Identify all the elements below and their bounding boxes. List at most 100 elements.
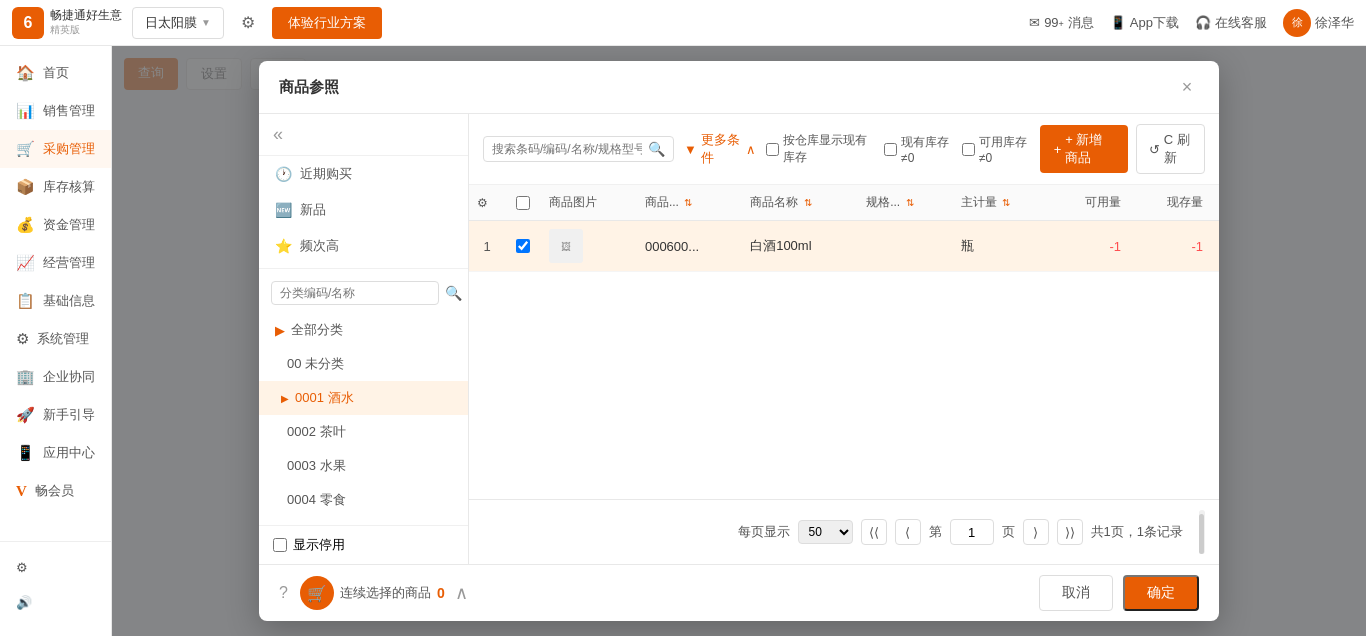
sort-name-icon[interactable]: ⇅ bbox=[804, 197, 812, 208]
refresh-icon: ↺ bbox=[1149, 142, 1160, 157]
sidebar-item-app-center[interactable]: 📱 应用中心 bbox=[0, 434, 111, 472]
sidebar-label-sales: 销售管理 bbox=[43, 102, 95, 120]
classify-search-input[interactable] bbox=[271, 281, 439, 305]
sidebar-item-inventory[interactable]: 📦 库存核算 bbox=[0, 168, 111, 206]
page-size-select[interactable]: 50 100 200 bbox=[798, 520, 853, 544]
show-disabled-checkbox[interactable] bbox=[273, 538, 287, 552]
member-icon: V bbox=[16, 483, 27, 500]
message-button[interactable]: ✉ 99+ 消息 bbox=[1029, 14, 1094, 32]
sidebar-item-operations[interactable]: 📈 经营管理 bbox=[0, 244, 111, 282]
col-header-spec: 规格... ⇅ bbox=[858, 185, 953, 221]
cancel-button[interactable]: 取消 bbox=[1039, 575, 1113, 611]
page-size-label: 每页显示 bbox=[738, 523, 790, 541]
col-header-available: 可用量 bbox=[1051, 185, 1129, 221]
cell-code: 000600... bbox=[637, 221, 742, 272]
help-icon: ? bbox=[279, 584, 288, 601]
category-unclassified[interactable]: 00 未分类 bbox=[259, 347, 468, 381]
product-search-input[interactable] bbox=[492, 142, 642, 156]
table-header-row: ⚙ 商品图片 bbox=[469, 185, 1219, 221]
usable-filter-text: 可用库存≠0 bbox=[979, 134, 1030, 165]
category-fruit[interactable]: 0003 水果 bbox=[259, 449, 468, 483]
scrollbar-track bbox=[1199, 510, 1205, 554]
category-beverage[interactable]: 0005 饮料 bbox=[259, 517, 468, 525]
category-snack[interactable]: 0004 零食 bbox=[259, 483, 468, 517]
sidebar-item-enterprise[interactable]: 🏢 企业协同 bbox=[0, 358, 111, 396]
next-page-button[interactable]: ⟩ bbox=[1023, 519, 1049, 545]
row-checkbox[interactable] bbox=[516, 239, 530, 253]
try-industry-button[interactable]: 体验行业方案 bbox=[272, 7, 382, 39]
more-filter-button[interactable]: ▼ 更多条件 ∧ bbox=[684, 131, 756, 167]
quick-item-new[interactable]: 🆕 新品 bbox=[259, 192, 468, 228]
footer-collapse-icon[interactable]: ∧ bbox=[455, 582, 468, 604]
scrollbar-thumb[interactable] bbox=[1199, 514, 1204, 554]
avatar: 徐 bbox=[1283, 9, 1311, 37]
available-filter-text: 现有库存≠0 bbox=[901, 134, 952, 165]
sort-spec-icon[interactable]: ⇅ bbox=[906, 197, 914, 208]
help-button[interactable]: ? bbox=[279, 584, 288, 602]
quick-label-recent: 近期购买 bbox=[300, 165, 352, 183]
online-service-button[interactable]: 🎧 在线客服 bbox=[1195, 14, 1267, 32]
enterprise-icon: 🏢 bbox=[16, 368, 35, 386]
app-download-button[interactable]: 📱 App下载 bbox=[1110, 14, 1179, 32]
quick-item-recent[interactable]: 🕐 近期购买 bbox=[259, 156, 468, 192]
headset-icon: 🎧 bbox=[1195, 15, 1211, 30]
sort-unit-icon[interactable]: ⇅ bbox=[1002, 197, 1010, 208]
show-disabled-section: 显示停用 bbox=[259, 525, 468, 564]
available-filter-label[interactable]: 现有库存≠0 bbox=[884, 134, 952, 165]
sort-code-icon[interactable]: ⇅ bbox=[684, 197, 692, 208]
sidebar-label-guide: 新手引导 bbox=[43, 406, 95, 424]
footer-actions: 取消 确定 bbox=[1039, 575, 1199, 611]
first-page-button[interactable]: ⟨⟨ bbox=[861, 519, 887, 545]
page-label: 第 bbox=[929, 523, 942, 541]
sidebar-bottom: ⚙ 🔊 bbox=[0, 541, 111, 628]
recent-icon: 🕐 bbox=[275, 166, 292, 182]
nav-selector[interactable]: 日太阳膜 ▼ bbox=[132, 7, 224, 39]
category-tea[interactable]: 0002 茶叶 bbox=[259, 415, 468, 449]
collapse-toggle[interactable]: « bbox=[259, 114, 468, 156]
warehouse-filter-checkbox[interactable] bbox=[766, 143, 779, 156]
select-all-checkbox[interactable] bbox=[516, 196, 530, 210]
add-product-button[interactable]: + + 新增商品 bbox=[1040, 125, 1128, 173]
sidebar-item-home[interactable]: 🏠 首页 bbox=[0, 54, 111, 92]
sidebar-item-settings[interactable]: ⚙ bbox=[0, 550, 111, 585]
refresh-button[interactable]: ↺ C 刷新 bbox=[1136, 124, 1205, 174]
prev-page-button[interactable]: ⟨ bbox=[895, 519, 921, 545]
sidebar-item-member[interactable]: V 畅会员 bbox=[0, 472, 111, 510]
quick-label-frequent: 频次高 bbox=[300, 237, 339, 255]
cell-checkbox[interactable] bbox=[505, 221, 541, 272]
col-settings-icon[interactable]: ⚙ bbox=[477, 196, 488, 210]
sidebar-label-finance: 资金管理 bbox=[43, 216, 95, 234]
basic-info-icon: 📋 bbox=[16, 292, 35, 310]
modal-overlay[interactable]: 商品参照 × « 🕐 近期购买 bbox=[112, 46, 1366, 636]
message-badge: 99+ bbox=[1044, 15, 1064, 30]
available-filter-checkbox[interactable] bbox=[884, 143, 897, 156]
usable-filter-checkbox[interactable] bbox=[962, 143, 975, 156]
table-row[interactable]: 1 bbox=[469, 221, 1219, 272]
sidebar-item-system[interactable]: ⚙ 系统管理 bbox=[0, 320, 111, 358]
confirm-button[interactable]: 确定 bbox=[1123, 575, 1199, 611]
col-header-image: 商品图片 bbox=[541, 185, 637, 221]
gear-button[interactable]: ⚙ bbox=[232, 7, 264, 39]
warehouse-filter-label[interactable]: 按仓库显示现有库存 bbox=[766, 132, 874, 166]
sidebar-item-sales[interactable]: 📊 销售管理 bbox=[0, 92, 111, 130]
quick-item-frequent[interactable]: ⭐ 频次高 bbox=[259, 228, 468, 264]
cart-button[interactable]: 🛒 bbox=[300, 576, 334, 610]
page-number-input[interactable] bbox=[950, 519, 994, 545]
sidebar-label-home: 首页 bbox=[43, 64, 69, 82]
dialog-close-button[interactable]: × bbox=[1175, 75, 1199, 99]
last-page-button[interactable]: ⟩⟩ bbox=[1057, 519, 1083, 545]
sidebar-item-purchase[interactable]: 🛒 采购管理 bbox=[0, 130, 111, 168]
user-menu[interactable]: 徐 徐泽华 bbox=[1283, 9, 1354, 37]
sidebar-item-finance[interactable]: 💰 资金管理 bbox=[0, 206, 111, 244]
sidebar-item-guide[interactable]: 🚀 新手引导 bbox=[0, 396, 111, 434]
message-icon: ✉ bbox=[1029, 15, 1040, 30]
category-all[interactable]: ▶ 全部分类 bbox=[259, 313, 468, 347]
sidebar-item-basic-info[interactable]: 📋 基础信息 bbox=[0, 282, 111, 320]
main-layout: 🏠 首页 📊 销售管理 🛒 采购管理 📦 库存核算 💰 资金管理 📈 经营管理 … bbox=[0, 46, 1366, 636]
product-search-icon[interactable]: 🔍 bbox=[648, 141, 665, 157]
nav-right: ✉ 99+ 消息 📱 App下载 🎧 在线客服 徐 徐泽华 bbox=[1029, 9, 1354, 37]
usable-filter-label[interactable]: 可用库存≠0 bbox=[962, 134, 1030, 165]
classify-search-icon[interactable]: 🔍 bbox=[445, 285, 462, 301]
sidebar-item-sound[interactable]: 🔊 bbox=[0, 585, 111, 620]
category-liquor[interactable]: ▶ 0001 酒水 bbox=[259, 381, 468, 415]
